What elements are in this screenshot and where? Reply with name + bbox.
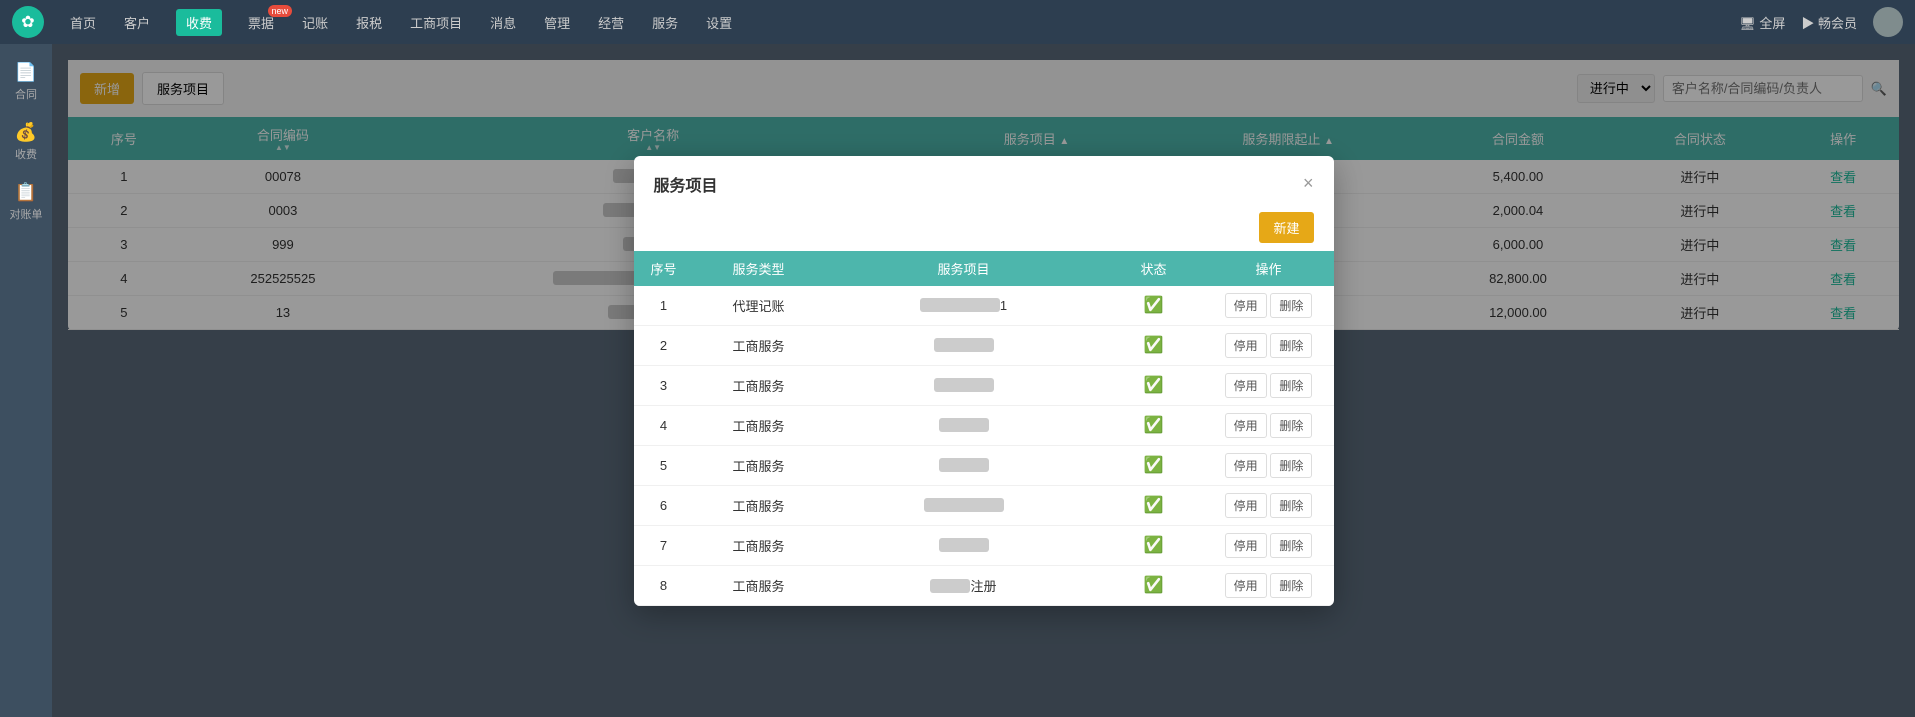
modal-overlay: 服务项目 × 新建 序号 服务类型 服务项目 状态 操作 <box>52 44 1915 717</box>
top-navigation: ✿ 首页 客户 收费 票据 new 记账 报税 工商项目 消息 管理 经营 服务… <box>0 0 1915 44</box>
disable-button[interactable]: 停用 <box>1225 413 1267 438</box>
contract-icon: 📄 <box>15 62 37 83</box>
status-active-icon: ✅ <box>1144 337 1164 354</box>
avatar[interactable] <box>1873 7 1903 37</box>
delete-button[interactable]: 删除 <box>1270 493 1312 518</box>
list-item: 2 工商服务 ✅ 停用 删除 <box>634 325 1334 365</box>
nav-industry[interactable]: 工商项目 <box>408 9 464 36</box>
list-item: 7 工商服务 ✅ 停用 删除 <box>634 525 1334 565</box>
nav-message[interactable]: 消息 <box>488 9 518 36</box>
list-item: 1 代理记账 1 ✅ 停用 删除 <box>634 286 1334 326</box>
modal-service-table: 序号 服务类型 服务项目 状态 操作 1 代理记账 1 ✅ <box>634 251 1334 606</box>
delete-button[interactable]: 删除 <box>1270 413 1312 438</box>
status-active-icon: ✅ <box>1144 417 1164 434</box>
modal-new-button[interactable]: 新建 <box>1259 212 1313 243</box>
modal-close-button[interactable]: × <box>1303 173 1314 194</box>
list-item: 6 工商服务 ✅ 停用 删除 <box>634 485 1334 525</box>
list-item: 4 工商服务 ✅ 停用 删除 <box>634 405 1334 445</box>
status-active-icon: ✅ <box>1144 377 1164 394</box>
vip-button[interactable]: ▶ 畅会员 <box>1801 13 1857 32</box>
delete-button[interactable]: 删除 <box>1270 453 1312 478</box>
sidebar-item-fee-label: 收费 <box>15 146 37 162</box>
left-sidebar: 📄 合同 💰 收费 📋 对账单 <box>0 44 52 717</box>
nav-home[interactable]: 首页 <box>68 9 98 36</box>
nav-invoice-badge: new <box>268 5 293 17</box>
status-active-icon: ✅ <box>1144 537 1164 554</box>
main-content: 新增 服务项目 进行中 全部 已完成 已终止 🔍 序号 合同编码 ▲▼ 客户名称… <box>52 44 1915 717</box>
disable-button[interactable]: 停用 <box>1225 573 1267 598</box>
delete-button[interactable]: 删除 <box>1270 373 1312 398</box>
app-logo: ✿ <box>12 6 44 38</box>
disable-button[interactable]: 停用 <box>1225 373 1267 398</box>
list-item: 5 工商服务 ✅ 停用 删除 <box>634 445 1334 485</box>
nav-right: 🖥 全屏 ▶ 畅会员 <box>1739 7 1903 37</box>
modal-col-status: 状态 <box>1104 251 1204 286</box>
disable-button[interactable]: 停用 <box>1225 333 1267 358</box>
modal-title: 服务项目 <box>654 172 718 196</box>
sidebar-item-contract[interactable]: 📄 合同 <box>0 54 52 110</box>
status-active-icon: ✅ <box>1144 577 1164 594</box>
modal-table-wrap: 序号 服务类型 服务项目 状态 操作 1 代理记账 1 ✅ <box>634 251 1334 606</box>
status-active-icon: ✅ <box>1144 497 1164 514</box>
nav-tax[interactable]: 报税 <box>354 9 384 36</box>
modal-col-seq: 序号 <box>634 251 694 286</box>
list-item: 8 工商服务 注册 ✅ 停用 删除 <box>634 565 1334 605</box>
fullscreen-button[interactable]: 🖥 全屏 <box>1739 13 1785 32</box>
nav-bookkeeping[interactable]: 记账 <box>300 9 330 36</box>
sidebar-item-reconcile-label: 对账单 <box>10 206 43 222</box>
delete-button[interactable]: 删除 <box>1270 333 1312 358</box>
sidebar-item-contract-label: 合同 <box>15 86 37 102</box>
nav-invoice[interactable]: 票据 new <box>246 9 276 36</box>
status-active-icon: ✅ <box>1144 457 1164 474</box>
nav-operation[interactable]: 经营 <box>596 9 626 36</box>
nav-customer[interactable]: 客户 <box>122 9 152 36</box>
service-modal: 服务项目 × 新建 序号 服务类型 服务项目 状态 操作 <box>634 156 1334 606</box>
disable-button[interactable]: 停用 <box>1225 293 1267 318</box>
modal-toolbar: 新建 <box>634 204 1334 251</box>
disable-button[interactable]: 停用 <box>1225 533 1267 558</box>
modal-header: 服务项目 × <box>634 156 1334 204</box>
status-active-icon: ✅ <box>1144 297 1164 314</box>
nav-manage[interactable]: 管理 <box>542 9 572 36</box>
reconcile-icon: 📋 <box>15 182 37 203</box>
nav-service[interactable]: 服务 <box>650 9 680 36</box>
modal-col-action: 操作 <box>1204 251 1334 286</box>
nav-fee[interactable]: 收费 <box>176 9 222 36</box>
delete-button[interactable]: 删除 <box>1270 533 1312 558</box>
disable-button[interactable]: 停用 <box>1225 453 1267 478</box>
fee-icon: 💰 <box>15 122 37 143</box>
list-item: 3 工商服务 ✅ 停用 删除 <box>634 365 1334 405</box>
delete-button[interactable]: 删除 <box>1270 293 1312 318</box>
sidebar-item-fee[interactable]: 💰 收费 <box>0 114 52 170</box>
modal-col-type: 服务类型 <box>694 251 824 286</box>
disable-button[interactable]: 停用 <box>1225 493 1267 518</box>
modal-col-item: 服务项目 <box>824 251 1104 286</box>
nav-settings[interactable]: 设置 <box>704 9 734 36</box>
delete-button[interactable]: 删除 <box>1270 573 1312 598</box>
sidebar-item-reconcile[interactable]: 📋 对账单 <box>0 174 52 230</box>
